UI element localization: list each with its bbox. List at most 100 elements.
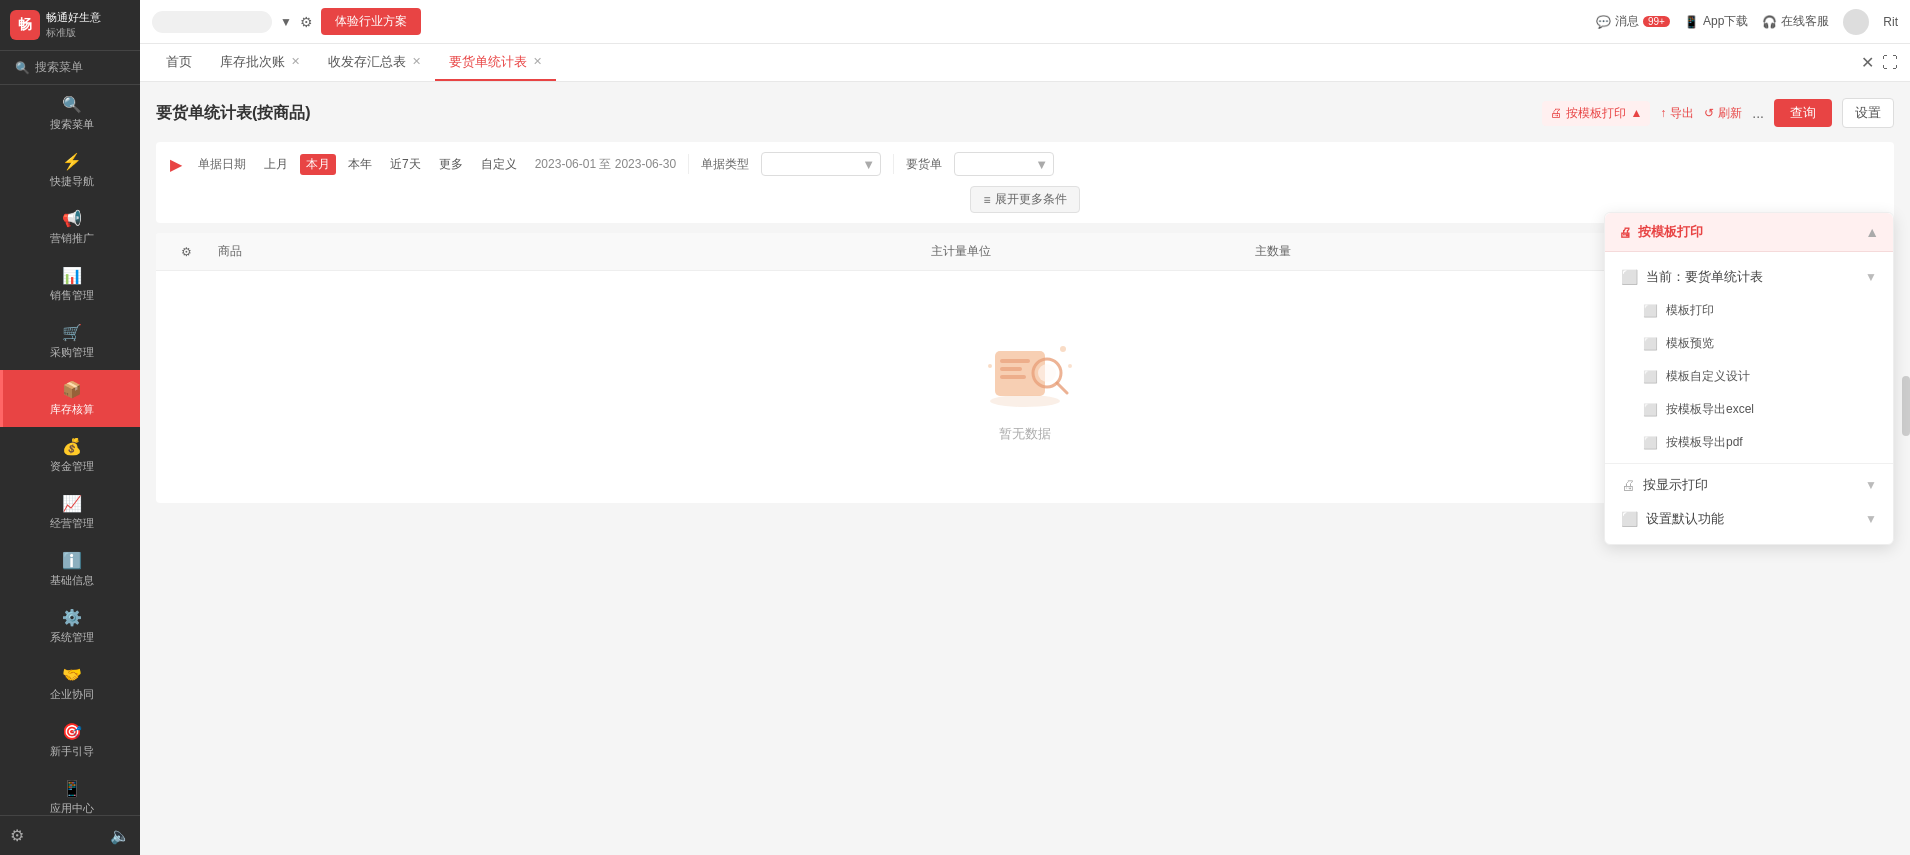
display-print-arrow: ▼ — [1865, 478, 1877, 492]
dropdown-close-button[interactable]: ▲ — [1865, 224, 1879, 240]
sidebar-item-inventory[interactable]: 📦 库存核算 — [0, 370, 140, 427]
app-download-button[interactable]: 📱 App下载 — [1684, 13, 1748, 30]
sidebar-item-quicknav[interactable]: ⚡ 快捷导航 — [0, 142, 140, 199]
svg-point-9 — [988, 364, 992, 368]
sidebar-search[interactable]: 🔍 搜索菜单 — [0, 51, 140, 85]
industry-solution-button[interactable]: 体验行业方案 — [321, 8, 421, 35]
th-gear[interactable]: ⚙ — [166, 235, 206, 269]
goods-select[interactable] — [954, 152, 1054, 176]
date-opt-this-year[interactable]: 本年 — [342, 154, 378, 175]
sidebar-item-label: 资金管理 — [50, 459, 94, 474]
dropdown-template-excel[interactable]: ⬜ 按模板导出excel — [1605, 393, 1893, 426]
sidebar-item-guide[interactable]: 🎯 新手引导 — [0, 712, 140, 769]
sidebar-item-finance[interactable]: 💰 资金管理 — [0, 427, 140, 484]
dropdown-template-print[interactable]: ⬜ 模板打印 — [1605, 294, 1893, 327]
tab-home[interactable]: 首页 — [152, 45, 206, 81]
date-opt-more[interactable]: 更多 — [433, 154, 469, 175]
user-name[interactable]: Rit — [1883, 15, 1898, 29]
tab-collection-summary[interactable]: 收发存汇总表 ✕ — [314, 45, 435, 81]
print-template-label: 按模板打印 — [1566, 105, 1626, 122]
goods-select-wrapper: ▼ — [954, 152, 1054, 176]
print-template-button[interactable]: 🖨 按模板打印 ▲ — [1542, 101, 1650, 126]
messages-button[interactable]: 💬 消息 99+ — [1596, 13, 1670, 30]
sidebar: 畅 畅通好生意 标准版 🔍 搜索菜单 🔍 搜索菜单 ⚡ 快捷导航 📢 营销推广 … — [0, 0, 140, 855]
order-type-select-wrapper: ▼ — [761, 152, 881, 176]
export-button[interactable]: ↑ 导出 — [1660, 105, 1694, 122]
user-avatar[interactable] — [1843, 9, 1869, 35]
default-func-left: ⬜ 设置默认功能 — [1621, 510, 1724, 528]
print-template-dropdown: 🖨 按模板打印 ▲ ⬜ 当前：要货单统计表 ▼ ⬜ 模板打印 — [1604, 212, 1894, 545]
sidebar-item-label: 销售管理 — [50, 288, 94, 303]
sidebar-item-label: 企业协同 — [50, 687, 94, 702]
dropdown-current-template[interactable]: ⬜ 当前：要货单统计表 ▼ — [1605, 260, 1893, 294]
messages-label: 消息 — [1615, 13, 1639, 30]
template-print-label: 模板打印 — [1666, 302, 1714, 319]
dropdown-display-print[interactable]: 🖨 按显示打印 ▼ — [1605, 468, 1893, 502]
sidebar-item-purchase[interactable]: 🛒 采购管理 — [0, 313, 140, 370]
sidebar-item-collab[interactable]: 🤝 企业协同 — [0, 655, 140, 712]
customer-service-button[interactable]: 🎧 在线客服 — [1762, 13, 1829, 30]
tab-order-stats[interactable]: 要货单统计表 ✕ — [435, 45, 556, 81]
th-unit: 主计量单位 — [805, 233, 1117, 270]
maximize-window-button[interactable]: ⛶ — [1882, 54, 1898, 72]
filter-row-date: ▶ 单据日期 上月 本月 本年 近7天 更多 自定义 2023-06-01 至 … — [170, 152, 1880, 176]
refresh-button[interactable]: ↺ 刷新 — [1704, 105, 1742, 122]
tabs-bar: 首页 库存批次账 ✕ 收发存汇总表 ✕ 要货单统计表 ✕ ✕ ⛶ — [140, 44, 1910, 82]
tab-batch-account[interactable]: 库存批次账 ✕ — [206, 45, 314, 81]
current-template-left: ⬜ 当前：要货单统计表 — [1621, 268, 1763, 286]
search-nav-icon: 🔍 — [62, 95, 82, 114]
message-icon: 💬 — [1596, 15, 1611, 29]
expand-down-icon: ≡ — [983, 193, 990, 207]
order-type-select[interactable] — [761, 152, 881, 176]
close-window-button[interactable]: ✕ — [1861, 53, 1874, 72]
sidebar-item-operation[interactable]: 📈 经营管理 — [0, 484, 140, 541]
sidebar-item-basic[interactable]: ℹ️ 基础信息 — [0, 541, 140, 598]
topbar-search-input[interactable] — [152, 11, 272, 33]
tab-close-collection[interactable]: ✕ — [412, 55, 421, 68]
svg-point-10 — [1068, 364, 1072, 368]
more-actions-button[interactable]: ... — [1752, 105, 1764, 121]
filter-bar: ▶ 单据日期 上月 本月 本年 近7天 更多 自定义 2023-06-01 至 … — [156, 142, 1894, 223]
dropdown-template-design[interactable]: ⬜ 模板自定义设计 — [1605, 360, 1893, 393]
printer-icon: 🖨 — [1550, 106, 1562, 120]
sidebar-item-sales[interactable]: 📊 销售管理 — [0, 256, 140, 313]
dropdown-template-preview[interactable]: ⬜ 模板预览 — [1605, 327, 1893, 360]
sales-icon: 📊 — [62, 266, 82, 285]
filter-divider — [688, 154, 689, 174]
basic-icon: ℹ️ — [62, 551, 82, 570]
dropdown-default-func[interactable]: ⬜ 设置默认功能 ▼ — [1605, 502, 1893, 536]
sidebar-item-marketing[interactable]: 📢 营销推广 — [0, 199, 140, 256]
tab-close-batch[interactable]: ✕ — [291, 55, 300, 68]
sidebar-item-apps[interactable]: 📱 应用中心 — [0, 769, 140, 815]
topbar-gear-icon[interactable]: ⚙ — [300, 14, 313, 30]
date-opt-custom[interactable]: 自定义 — [475, 154, 523, 175]
apps-icon: 📱 — [62, 779, 82, 798]
filter-expand-icon[interactable]: ▶ — [170, 155, 182, 174]
app-name: 畅通好生意 — [46, 10, 101, 25]
page-header: 要货单统计表(按商品) 🖨 按模板打印 ▲ ↑ 导出 ↺ 刷新 ... 查询 设… — [156, 98, 1894, 128]
tab-close-order[interactable]: ✕ — [533, 55, 542, 68]
empty-illustration — [975, 331, 1075, 411]
settings-icon[interactable]: ⚙ — [10, 826, 24, 845]
sidebar-item-label: 基础信息 — [50, 573, 94, 588]
sidebar-item-label: 快捷导航 — [50, 174, 94, 189]
topbar-dropdown-arrow[interactable]: ▼ — [280, 15, 292, 29]
date-opt-last-month[interactable]: 上月 — [258, 154, 294, 175]
sidebar-item-search[interactable]: 🔍 搜索菜单 — [0, 85, 140, 142]
date-opt-7days[interactable]: 近7天 — [384, 154, 427, 175]
default-func-icon: ⬜ — [1621, 511, 1638, 527]
volume-icon[interactable]: 🔈 — [110, 826, 130, 845]
query-button[interactable]: 查询 — [1774, 99, 1832, 127]
sidebar-item-label: 营销推广 — [50, 231, 94, 246]
sidebar-item-system[interactable]: ⚙️ 系统管理 — [0, 598, 140, 655]
expand-more-button[interactable]: ≡ 展开更多条件 — [970, 186, 1079, 213]
svg-rect-1 — [995, 351, 1045, 396]
guide-icon: 🎯 — [62, 722, 82, 741]
service-icon: 🎧 — [1762, 15, 1777, 29]
settings-button[interactable]: 设置 — [1842, 98, 1894, 128]
date-opt-this-month[interactable]: 本月 — [300, 154, 336, 175]
batch-account-label: 库存批次账 — [220, 53, 285, 71]
template-pdf-label: 按模板导出pdf — [1666, 434, 1743, 451]
marketing-icon: 📢 — [62, 209, 82, 228]
dropdown-template-pdf[interactable]: ⬜ 按模板导出pdf — [1605, 426, 1893, 459]
